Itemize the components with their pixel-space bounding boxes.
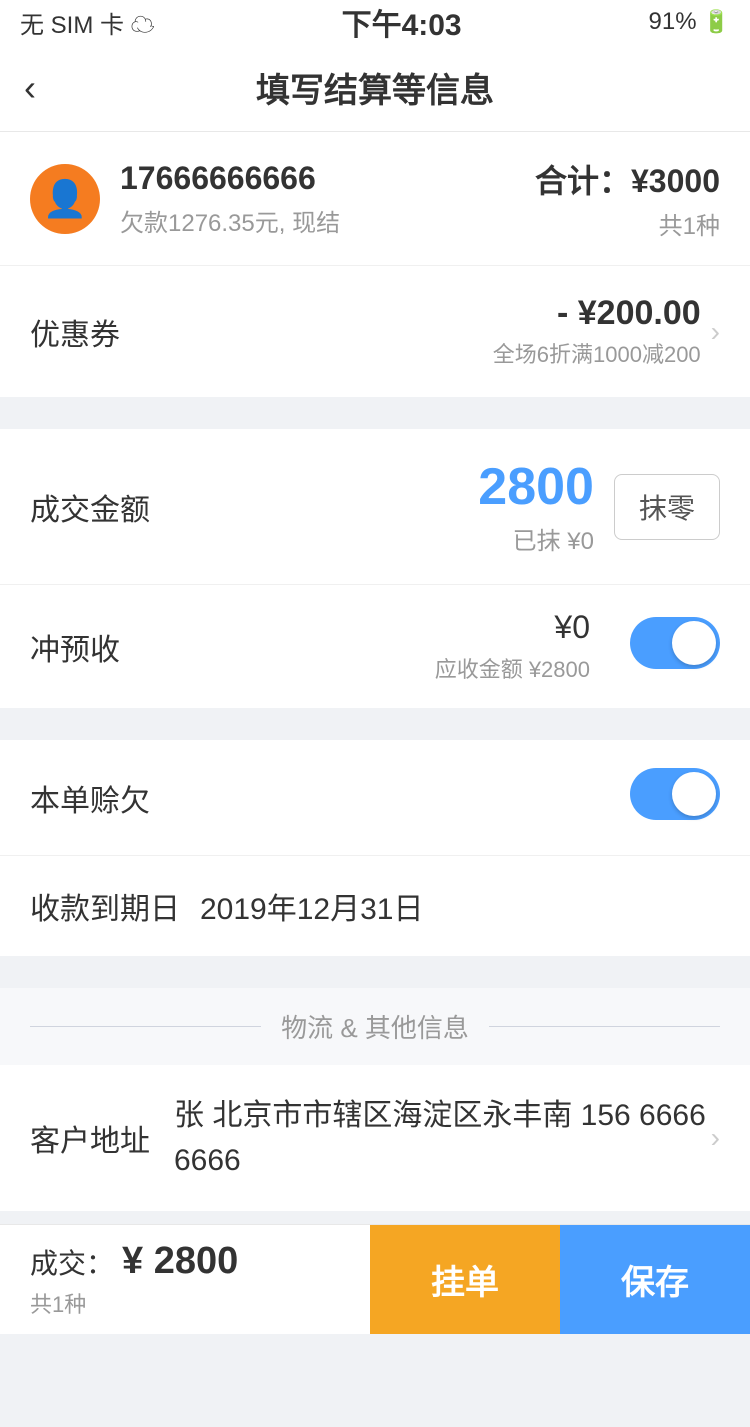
footer-count: 共1种	[30, 1287, 340, 1319]
separator-3	[0, 972, 750, 988]
due-date-value: 2019年12月31日	[200, 884, 423, 928]
logistics-title: 物流 & 其他信息	[281, 1008, 469, 1045]
coupon-row[interactable]: 优惠券 - ¥200.00 全场6折满1000减200 ›	[0, 265, 750, 397]
prepaid-label: 冲预收	[30, 625, 120, 669]
status-bar: 无 SIM 卡 ☁ 下午4:03 91% 🔋	[0, 0, 750, 44]
due-date-label: 收款到期日	[30, 884, 180, 928]
debt-card: 本单赊欠 收款到期日 2019年12月31日	[0, 740, 750, 956]
address-content: 张 北京市市辖区海淀区永丰南 156 6666 6666	[174, 1093, 711, 1183]
footer: 成交： ¥ 2800 共1种 挂单 保存	[0, 1224, 750, 1334]
coupon-right: - ¥200.00 全场6折满1000减200 ›	[493, 294, 720, 369]
prepaid-toggle-container[interactable]	[630, 617, 720, 676]
deal-amount-group: 2800 已抹 ¥0	[478, 457, 594, 556]
customer-sub: 欠款1276.35元, 现结	[120, 203, 340, 238]
avatar: 👤	[30, 164, 100, 234]
footer-deal: 成交： ¥ 2800	[30, 1240, 340, 1283]
logistics-line-right	[489, 1026, 720, 1027]
prepaid-toggle-knob	[672, 621, 716, 665]
customer-info: 17666666666 欠款1276.35元, 现结	[120, 160, 340, 238]
status-right: 91% 🔋	[649, 8, 730, 36]
customer-left: 👤 17666666666 欠款1276.35元, 现结	[30, 160, 340, 238]
back-button[interactable]: ‹	[24, 67, 36, 109]
footer-deal-amount: ¥ 2800	[122, 1240, 238, 1283]
address-card: 客户地址 张 北京市市辖区海淀区永丰南 156 6666 6666 ›	[0, 1065, 750, 1211]
debt-toggle-knob	[672, 772, 716, 816]
separator-1	[0, 413, 750, 429]
total-amount: 合计：¥3000	[535, 156, 720, 202]
address-row[interactable]: 客户地址 张 北京市市辖区海淀区永丰南 156 6666 6666 ›	[0, 1065, 750, 1211]
debt-label: 本单赊欠	[30, 776, 150, 820]
customer-row: 👤 17666666666 欠款1276.35元, 现结 合计：¥3000 共1…	[0, 132, 750, 265]
signal-text: 无 SIM 卡 ☁	[20, 5, 155, 40]
footer-info: 成交： ¥ 2800 共1种	[0, 1225, 370, 1334]
debt-toggle-container[interactable]	[630, 768, 720, 827]
customer-phone: 17666666666	[120, 160, 340, 197]
avatar-icon: 👤	[43, 178, 88, 220]
deal-amount-value: 2800	[478, 457, 594, 517]
deal-amount-label: 成交金额	[30, 485, 150, 529]
coupon-desc: 全场6折满1000减200	[493, 337, 701, 369]
debt-row: 本单赊欠	[0, 740, 750, 855]
prepaid-values: ¥0 应收金额 ¥2800	[435, 609, 590, 684]
logistics-header: 物流 & 其他信息	[0, 988, 750, 1065]
nav-bar: ‹ 填写结算等信息	[0, 44, 750, 132]
coupon-value: - ¥200.00 全场6折满1000减200	[493, 294, 701, 369]
address-label: 客户地址	[30, 1116, 150, 1160]
prepaid-right-group: ¥0 应收金额 ¥2800	[435, 609, 720, 684]
hang-button[interactable]: 挂单	[370, 1225, 560, 1334]
deal-amount-right: 2800 已抹 ¥0 抹零	[478, 457, 720, 556]
total-count: 共1种	[535, 206, 720, 241]
status-left: 无 SIM 卡 ☁	[20, 5, 155, 40]
debt-toggle[interactable]	[630, 768, 720, 820]
address-chevron-icon: ›	[711, 1122, 720, 1154]
customer-right: 合计：¥3000 共1种	[535, 156, 720, 241]
due-date-row: 收款到期日 2019年12月31日	[0, 855, 750, 956]
status-time: 下午4:03	[342, 0, 462, 44]
prepaid-sub: 应收金额 ¥2800	[435, 652, 590, 684]
customer-card: 👤 17666666666 欠款1276.35元, 现结 合计：¥3000 共1…	[0, 132, 750, 397]
deal-sub: 已抹 ¥0	[478, 521, 594, 556]
coupon-discount: - ¥200.00	[493, 294, 701, 333]
battery-icon: 🔋	[703, 9, 730, 35]
deal-amount-row: 成交金额 2800 已抹 ¥0 抹零	[0, 429, 750, 584]
coupon-chevron-icon: ›	[711, 316, 720, 348]
separator-2	[0, 724, 750, 740]
footer-deal-label: 成交：	[30, 1242, 114, 1282]
round-button[interactable]: 抹零	[614, 474, 720, 540]
prepaid-toggle[interactable]	[630, 617, 720, 669]
coupon-label: 优惠券	[30, 310, 120, 354]
save-button[interactable]: 保存	[560, 1225, 750, 1334]
prepaid-row: 冲预收 ¥0 应收金额 ¥2800	[0, 584, 750, 708]
battery-text: 91%	[649, 8, 697, 36]
deal-card: 成交金额 2800 已抹 ¥0 抹零 冲预收 ¥0 应收金额 ¥2800	[0, 429, 750, 708]
page-title: 填写结算等信息	[256, 63, 494, 112]
logistics-line-left	[30, 1026, 261, 1027]
prepaid-amount: ¥0	[554, 609, 590, 646]
